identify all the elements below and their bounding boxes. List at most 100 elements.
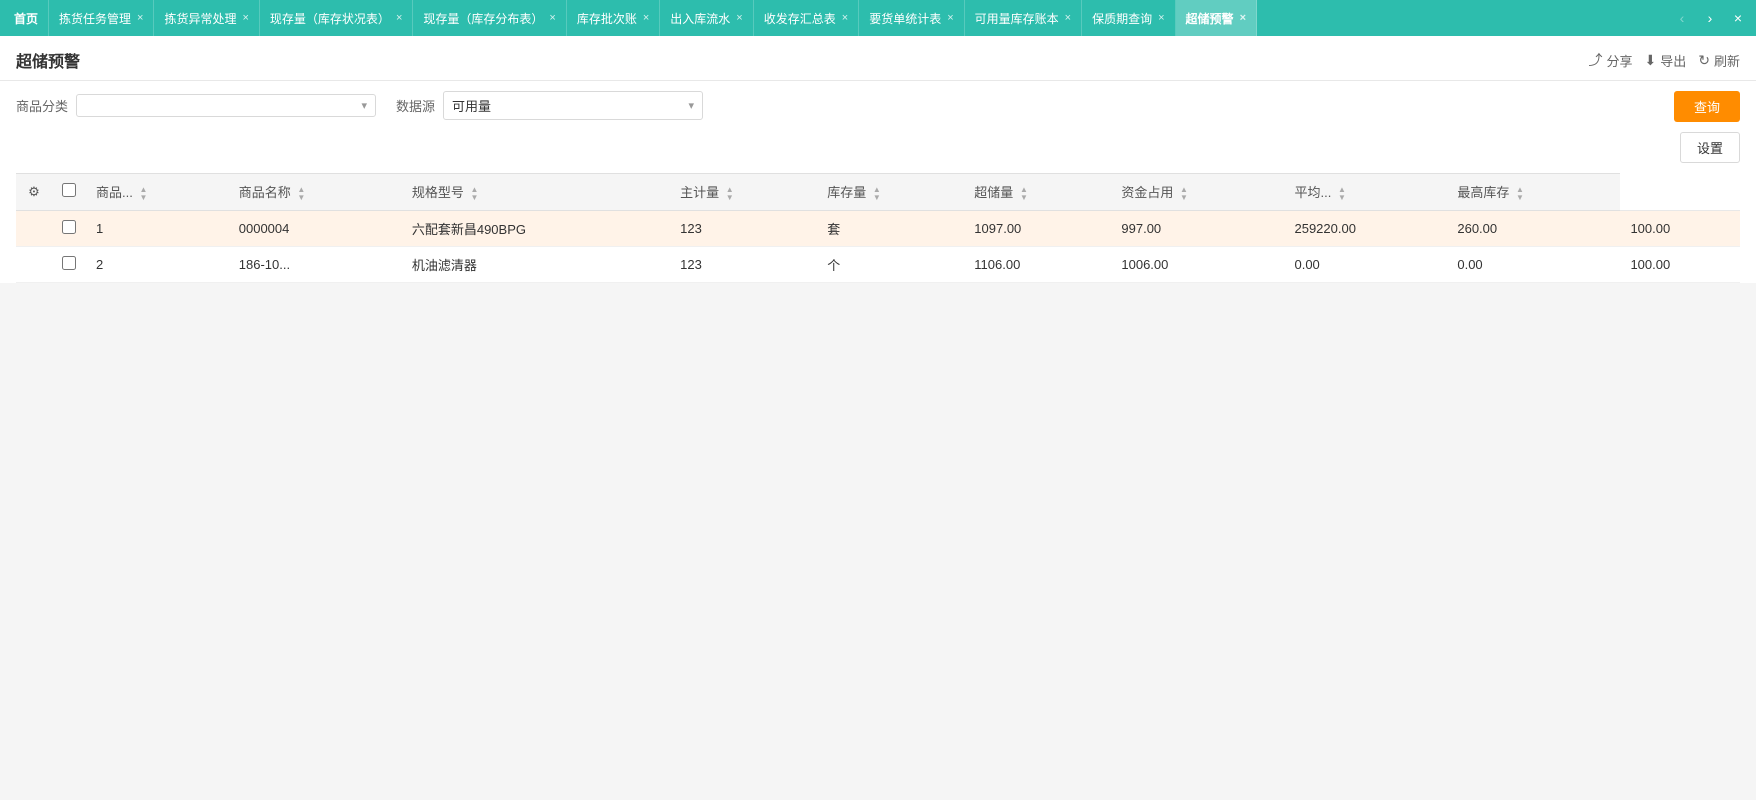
cell-overstock-0: 997.00: [1111, 210, 1284, 246]
nav-prev-button[interactable]: ‹: [1668, 0, 1696, 36]
nav-tab-shelf-life-close[interactable]: ×: [1158, 12, 1164, 24]
nav-tab-exception[interactable]: 拣货异常处理 ×: [154, 0, 259, 36]
data-source-chevron-icon: ▾: [689, 99, 695, 112]
product-category-select[interactable]: ▾: [76, 94, 376, 117]
export-label: 导出: [1660, 51, 1686, 70]
nav-tab-batch-account-close[interactable]: ×: [643, 12, 649, 24]
nav-tab-receive-summary-close[interactable]: ×: [842, 12, 848, 24]
cell-product-name-0: 六配套新昌490BPG: [402, 210, 670, 246]
row-select-checkbox-1[interactable]: [62, 256, 76, 270]
table-container: ⚙ 商品... ▲▼ 商品名称 ▲▼ 规格型号 ▲▼: [0, 173, 1756, 283]
table-row: 1 0000004 六配套新昌490BPG 123 套 1097.00 997.…: [16, 210, 1740, 246]
nav-tab-home[interactable]: 首页: [4, 0, 49, 36]
col-avg-label: 平均...: [1294, 185, 1331, 200]
data-source-select[interactable]: 可用量 ▾: [443, 91, 703, 120]
nav-tab-inventory-dist-close[interactable]: ×: [549, 12, 555, 24]
col-max-inventory[interactable]: 最高库存 ▲▼: [1447, 174, 1620, 211]
cell-row-num-0: 1: [86, 210, 229, 246]
row-checkbox-0[interactable]: [52, 210, 86, 246]
nav-tab-inout-flow-close[interactable]: ×: [736, 12, 742, 24]
select-all-checkbox[interactable]: [62, 183, 76, 197]
row-checkbox-1[interactable]: [52, 246, 86, 282]
nav-tab-inout-flow[interactable]: 出入库流水 ×: [660, 0, 753, 36]
nav-tab-order-stats-label: 要货单统计表: [869, 10, 941, 27]
nav-tab-inventory-dist[interactable]: 现存量（库存分布表） ×: [413, 0, 566, 36]
filter-area: 商品分类 ▾ 数据源 可用量 ▾ 查询 设置: [0, 81, 1756, 173]
col-product-name[interactable]: 商品名称 ▲▼: [229, 174, 402, 211]
nav-tab-exception-close[interactable]: ×: [242, 12, 248, 24]
share-button[interactable]: ⤴ 分享: [1588, 50, 1632, 70]
cell-unit-0: 套: [817, 210, 964, 246]
nav-arrows: ‹ › ×: [1668, 0, 1752, 36]
nav-tab-overstock-alert-close[interactable]: ×: [1240, 12, 1246, 24]
cell-row-num-1: 2: [86, 246, 229, 282]
share-icon: ⤴: [1588, 50, 1602, 70]
cell-product-code-1: 186-10...: [229, 246, 402, 282]
page-title: 超储预警: [16, 48, 80, 72]
data-source-label: 数据源: [396, 96, 435, 115]
nav-tab-inventory-status[interactable]: 现存量（库存状况表） ×: [260, 0, 413, 36]
export-button[interactable]: ⬇ 导出: [1645, 51, 1687, 70]
nav-tab-inventory-status-close[interactable]: ×: [396, 12, 402, 24]
cell-product-code-0: 0000004: [229, 210, 402, 246]
nav-tab-task-mgmt[interactable]: 拣货任务管理 ×: [49, 0, 154, 36]
nav-tab-available-ledger[interactable]: 可用量库存账本 ×: [965, 0, 1082, 36]
refresh-icon: ↻: [1698, 52, 1710, 69]
sort-icon-product-name: ▲▼: [297, 186, 305, 202]
refresh-label: 刷新: [1714, 51, 1740, 70]
col-avg[interactable]: 平均... ▲▼: [1284, 174, 1447, 211]
filter-action-buttons: 查询 设置: [1674, 91, 1740, 163]
sort-icon-overstock: ▲▼: [1020, 186, 1028, 202]
nav-tab-order-stats[interactable]: 要货单统计表 ×: [859, 0, 964, 36]
cell-unit-1: 个: [817, 246, 964, 282]
nav-tab-batch-account[interactable]: 库存批次账 ×: [567, 0, 660, 36]
refresh-button[interactable]: ↻ 刷新: [1698, 51, 1740, 70]
cell-spec-1: 123: [670, 246, 817, 282]
nav-tab-order-stats-close[interactable]: ×: [947, 12, 953, 24]
query-button[interactable]: 查询: [1674, 91, 1740, 122]
nav-tab-overstock-alert[interactable]: 超储预警 ×: [1176, 0, 1257, 36]
nav-next-button[interactable]: ›: [1696, 0, 1724, 36]
nav-tab-batch-account-label: 库存批次账: [577, 10, 637, 27]
col-product-name-label: 商品名称: [239, 185, 291, 200]
nav-tab-available-ledger-close[interactable]: ×: [1065, 12, 1071, 24]
sort-icon-product-code: ▲▼: [139, 186, 147, 202]
nav-tab-shelf-life[interactable]: 保质期查询 ×: [1082, 0, 1175, 36]
row-gear-0: [16, 210, 52, 246]
cell-capital-1: 0.00: [1284, 246, 1447, 282]
overstock-table: ⚙ 商品... ▲▼ 商品名称 ▲▼ 规格型号 ▲▼: [16, 173, 1740, 283]
col-inventory[interactable]: 库存量 ▲▼: [817, 174, 964, 211]
col-max-inventory-label: 最高库存: [1457, 185, 1509, 200]
settings-button[interactable]: 设置: [1680, 132, 1740, 163]
sort-icon-unit: ▲▼: [726, 186, 734, 202]
product-category-filter: 商品分类 ▾: [16, 94, 376, 117]
cell-spec-0: 123: [670, 210, 817, 246]
sort-icon-spec: ▲▼: [470, 186, 478, 202]
col-unit-label: 主计量: [680, 185, 719, 200]
product-category-label: 商品分类: [16, 96, 68, 115]
page-header: 超储预警 ⤴ 分享 ⬇ 导出 ↻ 刷新: [0, 36, 1756, 81]
table-header-row: ⚙ 商品... ▲▼ 商品名称 ▲▼ 规格型号 ▲▼: [16, 174, 1740, 211]
col-overstock[interactable]: 超储量 ▲▼: [964, 174, 1111, 211]
col-product-code[interactable]: 商品... ▲▼: [86, 174, 229, 211]
row-select-checkbox-0[interactable]: [62, 220, 76, 234]
table-row: 2 186-10... 机油滤清器 123 个 1106.00 1006.00 …: [16, 246, 1740, 282]
data-source-filter: 数据源 可用量 ▾: [396, 91, 703, 120]
header-actions: ⤴ 分享 ⬇ 导出 ↻ 刷新: [1588, 50, 1740, 70]
cell-capital-0: 259220.00: [1284, 210, 1447, 246]
nav-tab-task-mgmt-close[interactable]: ×: [137, 12, 143, 24]
page-content: 超储预警 ⤴ 分享 ⬇ 导出 ↻ 刷新 商品分类 ▾: [0, 36, 1756, 283]
nav-close-button[interactable]: ×: [1724, 0, 1752, 36]
nav-tab-receive-summary-label: 收发存汇总表: [764, 10, 836, 27]
col-capital[interactable]: 资金占用 ▲▼: [1111, 174, 1284, 211]
col-spec[interactable]: 规格型号 ▲▼: [402, 174, 670, 211]
cell-avg-1: 0.00: [1447, 246, 1620, 282]
col-gear: ⚙: [16, 174, 52, 211]
nav-tab-receive-summary[interactable]: 收发存汇总表 ×: [754, 0, 859, 36]
col-unit[interactable]: 主计量 ▲▼: [670, 174, 817, 211]
nav-tab-available-ledger-label: 可用量库存账本: [975, 10, 1059, 27]
gear-icon[interactable]: ⚙: [28, 184, 40, 199]
cell-max-inventory-1: 100.00: [1620, 246, 1740, 282]
sort-icon-max-inventory: ▲▼: [1516, 186, 1524, 202]
cell-avg-0: 260.00: [1447, 210, 1620, 246]
